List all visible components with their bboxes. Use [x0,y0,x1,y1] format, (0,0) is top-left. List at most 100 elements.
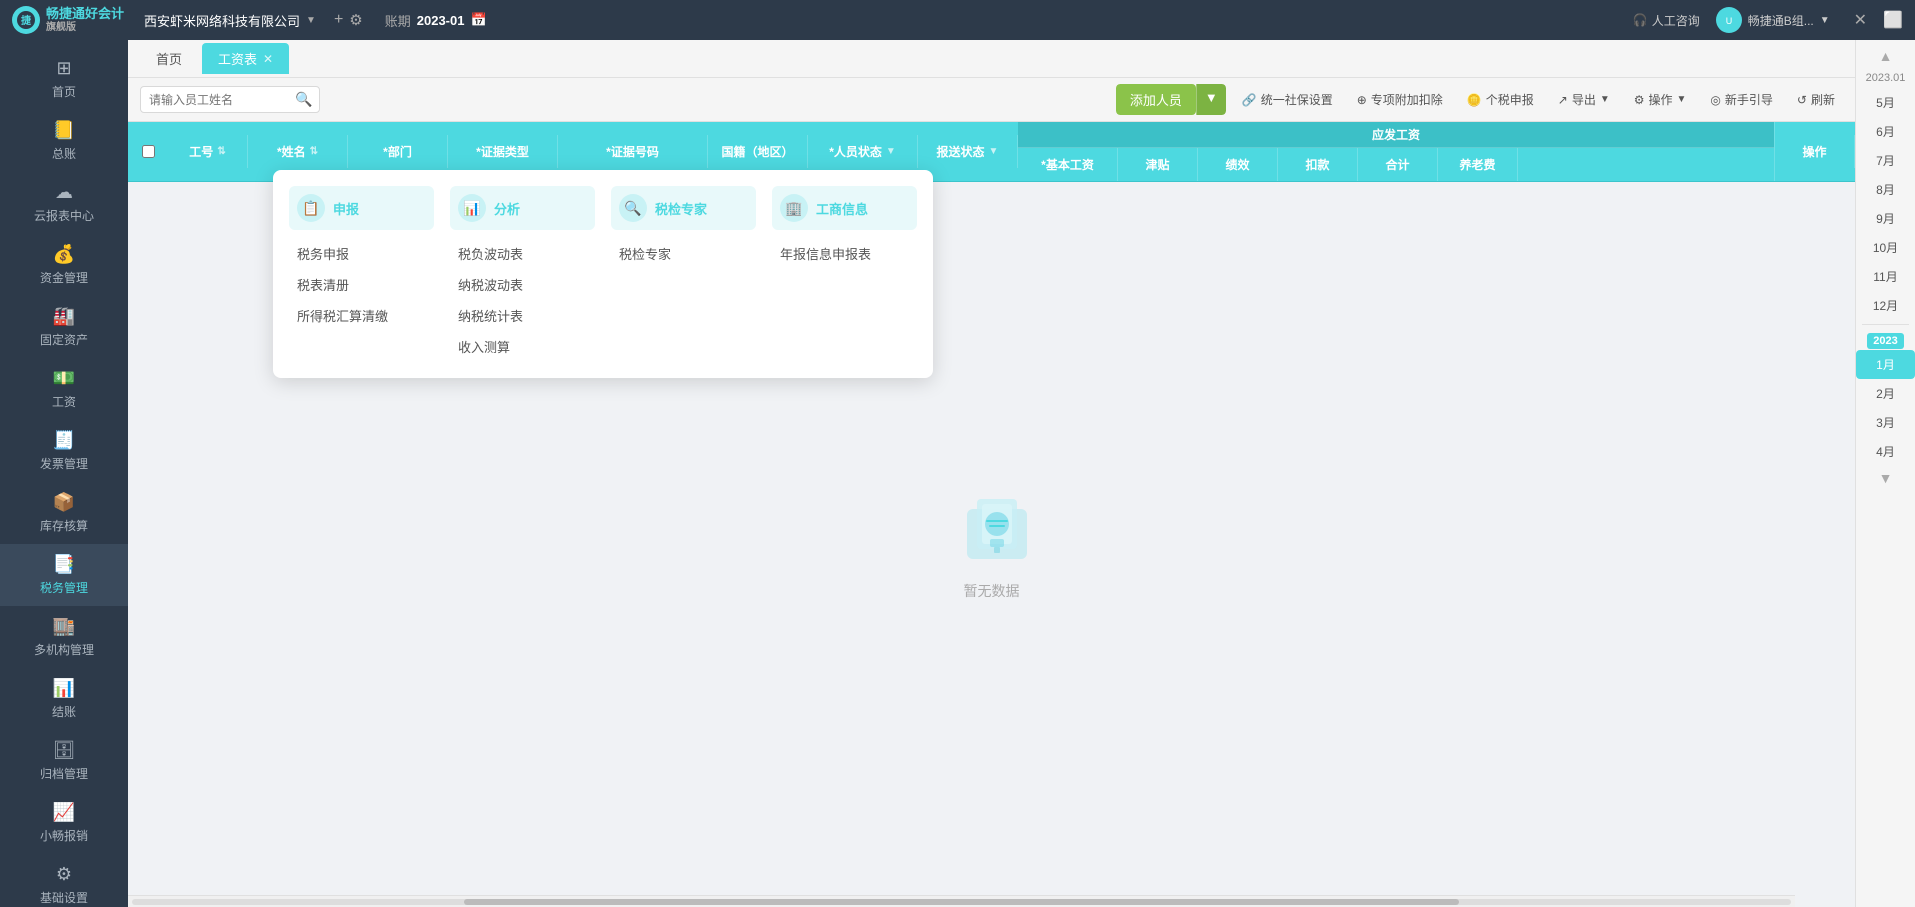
dropdown-item-income-calc[interactable]: 收入测算 [450,331,595,362]
filter-report-icon[interactable]: ▼ [989,146,999,157]
scrollbar-thumb[interactable] [464,899,1459,905]
period-label: 账期 [385,11,411,30]
guide-button[interactable]: ◎ 新手引导 [1702,87,1781,112]
dropdown-menu: 📋 申报 税务申报 税表清册 所得税汇算清缴 📊 分析 税负波动表 纳税波动表 … [273,170,933,378]
add-person-label: 添加人员 [1130,90,1182,109]
calendar-month-1[interactable]: 1月 [1856,350,1915,379]
operation-button[interactable]: ⚙ 操作 ▼ [1626,87,1695,112]
tab-home[interactable]: 首页 [140,43,198,74]
export-dropdown-icon: ▼ [1600,94,1610,105]
user-dropdown-icon[interactable]: ▼ [1820,15,1830,26]
sidebar-item-cloud-report[interactable]: ☁ 云报表中心 [0,172,128,234]
sidebar-item-home[interactable]: ⊞ 首页 [0,48,128,110]
th-pension: 养老费 [1438,148,1518,181]
window-close-icon[interactable]: ✕ [1854,10,1867,30]
sidebar-item-invoice[interactable]: 🧾 发票管理 [0,420,128,482]
horizontal-scrollbar[interactable] [128,895,1795,907]
sidebar-item-fund[interactable]: 💰 资金管理 [0,234,128,296]
sort-name-icon[interactable]: ⇅ [310,146,318,157]
window-maximize-icon[interactable]: ⬜ [1883,10,1903,30]
sidebar-label-cloud: 云报表中心 [34,207,94,224]
sidebar-item-tax[interactable]: 📑 税务管理 [0,544,128,606]
th-id-type: *证据类型 [448,135,558,168]
sidebar-label-inventory: 库存核算 [40,517,88,534]
sidebar-item-settlement[interactable]: 📊 结账 [0,668,128,730]
filter-status-icon[interactable]: ▼ [886,146,896,157]
dropdown-section-analysis: 📊 分析 税负波动表 纳税波动表 纳税统计表 收入测算 [450,186,595,362]
dropdown-item-tax-table[interactable]: 税表清册 [289,269,434,300]
header-action-icons: + ⚙ [334,11,363,29]
tab-payroll[interactable]: 工资表 ✕ [202,43,289,74]
export-button[interactable]: ↗ 导出 ▼ [1550,87,1618,112]
th-report-status: 报送状态 ▼ [918,135,1018,168]
calendar-month-8[interactable]: 8月 [1856,175,1915,204]
sort-id-icon[interactable]: ⇅ [217,146,225,157]
sidebar-item-fixed-assets[interactable]: 🏭 固定资产 [0,296,128,358]
tax-return-button[interactable]: 🪙 个税申报 [1459,87,1542,112]
header-checkbox[interactable] [128,135,168,168]
calendar-icon[interactable]: 📅 [470,12,486,28]
calendar-month-3[interactable]: 3月 [1856,408,1915,437]
sidebar-item-report[interactable]: 📈 小畅报销 [0,792,128,854]
calendar-nav-down[interactable]: ▼ [1875,466,1897,490]
service-button[interactable]: 🎧 人工咨询 [1633,12,1700,29]
user-profile[interactable]: U 畅捷通B组... ▼ [1716,7,1830,33]
dropdown-item-tax-stats[interactable]: 纳税统计表 [450,300,595,331]
add-person-dropdown[interactable]: ▼ [1196,84,1226,115]
sidebar-label-assets: 固定资产 [40,331,88,348]
calendar-month-4[interactable]: 4月 [1856,437,1915,466]
th-deduct: 扣款 [1278,148,1358,181]
logo-area: 捷 畅捷通好会计 旗舰版 [12,6,124,34]
scrollbar-track[interactable] [132,899,1791,905]
calendar-month-7[interactable]: 7月 [1856,146,1915,175]
social-security-icon: 🔗 [1242,93,1257,107]
content-area: 首页 工资表 ✕ 🔍 添加人员 ▼ 🔗 统一社保设置 [128,40,1855,907]
dropdown-item-tax-fluctuation[interactable]: 纳税波动表 [450,269,595,300]
calendar-month-10[interactable]: 10月 [1856,233,1915,262]
export-icon: ↗ [1558,93,1568,107]
current-year-badge: 2023 [1867,333,1903,349]
social-security-button[interactable]: 🔗 统一社保设置 [1234,87,1341,112]
calendar-month-2[interactable]: 2月 [1856,379,1915,408]
sidebar-label-settle: 结账 [52,703,76,720]
sidebar: ⊞ 首页 📒 总账 ☁ 云报表中心 💰 资金管理 🏭 固定资产 💵 工资 🧾 发… [0,40,128,907]
calendar-nav-up[interactable]: ▲ [1875,44,1897,68]
sidebar-label-multi: 多机构管理 [34,641,94,658]
sidebar-item-settings[interactable]: ⚙ 基础设置 [0,854,128,907]
sidebar-label-invoice: 发票管理 [40,455,88,472]
add-icon[interactable]: + [334,11,343,29]
add-person-button[interactable]: 添加人员 [1116,84,1196,115]
search-icon[interactable]: 🔍 [295,91,312,108]
sidebar-item-inventory[interactable]: 📦 库存核算 [0,482,128,544]
sidebar-label-archive: 归档管理 [40,765,88,782]
select-all-checkbox[interactable] [142,145,155,158]
tab-payroll-close[interactable]: ✕ [263,52,273,66]
calendar-month-9[interactable]: 9月 [1856,204,1915,233]
dropdown-item-income-tax[interactable]: 所得税汇算清缴 [289,300,434,331]
search-wrapper[interactable]: 🔍 [140,86,320,113]
refresh-button[interactable]: ↺ 刷新 [1789,87,1843,112]
operation-dropdown-icon: ▼ [1677,94,1687,105]
right-sidebar-calendar: ▲ 2023.01 5月 6月 7月 8月 9月 10月 11月 12月 202… [1855,40,1915,907]
sidebar-item-ledger[interactable]: 📒 总账 [0,110,128,172]
settings-icon[interactable]: ⚙ [349,11,362,29]
dropdown-item-tax-declaration[interactable]: 税务申报 [289,238,434,269]
year-badge-area: 2023 [1867,329,1903,350]
calendar-month-11[interactable]: 11月 [1856,262,1915,291]
invoice-icon: 🧾 [53,430,75,451]
sidebar-item-multi-org[interactable]: 🏬 多机构管理 [0,606,128,668]
calendar-month-6[interactable]: 6月 [1856,117,1915,146]
calendar-month-5[interactable]: 5月 [1856,88,1915,117]
special-deduction-button[interactable]: ⊕ 专项附加扣除 [1349,87,1451,112]
company-selector[interactable]: 西安虾米网络科技有限公司 ▼ [144,11,316,30]
search-input[interactable] [149,93,289,107]
sidebar-item-archive[interactable]: 🗄 归档管理 [0,730,128,792]
company-dropdown-icon[interactable]: ▼ [306,15,316,26]
dropdown-item-tax-burden[interactable]: 税负波动表 [450,238,595,269]
tax-return-label: 个税申报 [1486,91,1534,108]
dropdown-item-annual-report[interactable]: 年报信息申报表 [772,238,917,269]
calendar-month-12[interactable]: 12月 [1856,291,1915,320]
dropdown-item-tax-expert[interactable]: 税检专家 [611,238,756,269]
tax-icon: 📑 [53,554,75,575]
sidebar-item-payroll[interactable]: 💵 工资 [0,358,128,420]
